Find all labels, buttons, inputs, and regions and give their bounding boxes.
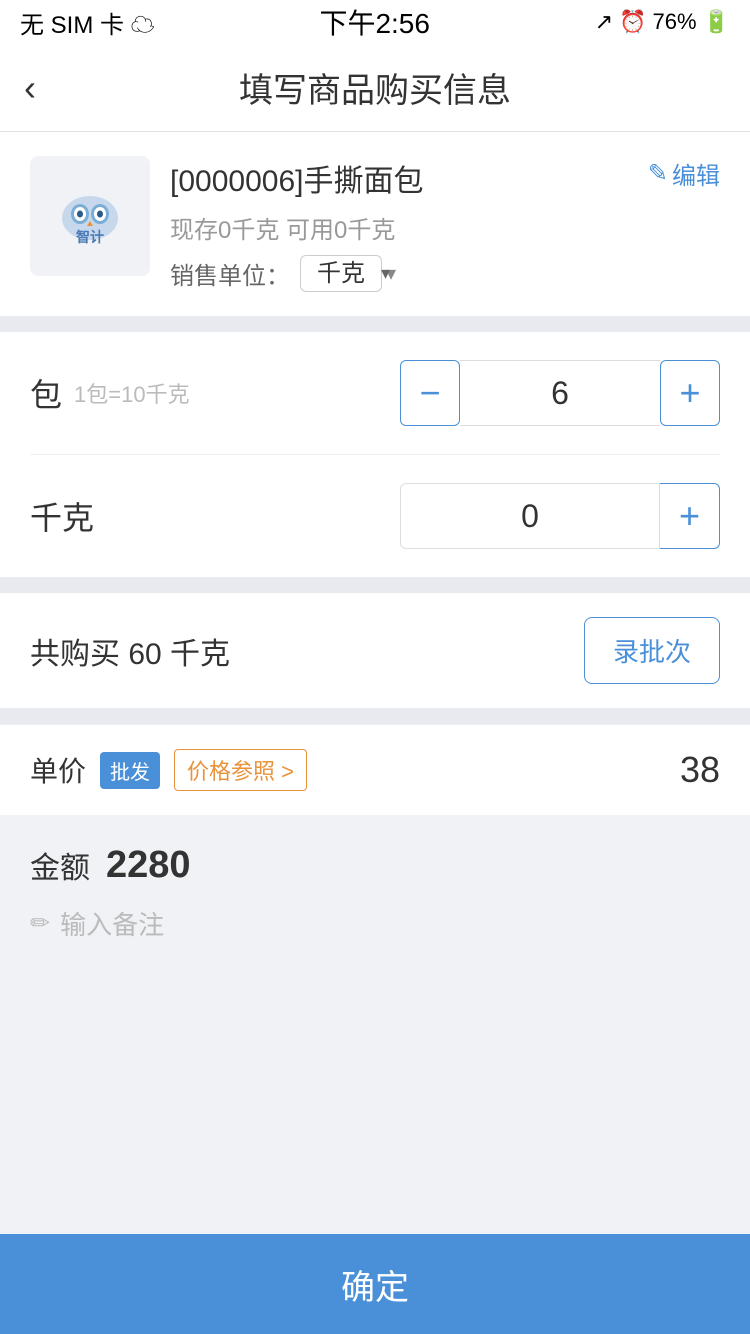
- unit-label: 销售单位：: [170, 256, 290, 291]
- amount-label: 金额: [30, 843, 90, 887]
- alarm-icon: ⏰: [619, 9, 646, 35]
- back-button[interactable]: ‹: [24, 67, 36, 109]
- batch-button[interactable]: 录批次: [584, 617, 720, 684]
- status-right: ↗ ⏰ 76% 🔋: [595, 9, 730, 35]
- note-icon: ✏: [30, 909, 50, 938]
- amount-value: 2280: [106, 844, 191, 887]
- kg-label: 千克: [30, 493, 94, 539]
- nav-bar: ‹ 填写商品购买信息: [0, 44, 750, 132]
- status-bar: 无 SIM 卡 ☁ 下午2:56 ↗ ⏰ 76% 🔋: [0, 0, 750, 44]
- note-row[interactable]: ✏ 输入备注: [30, 905, 720, 942]
- battery-icon: 🔋: [703, 9, 730, 35]
- note-placeholder: 输入备注: [60, 905, 164, 942]
- bag-row: 包 1包=10千克 − +: [30, 332, 720, 455]
- summary-section: 共购买 60 千克 录批次: [0, 593, 750, 708]
- status-left: 无 SIM 卡 ☁: [20, 5, 155, 40]
- bag-plus-button[interactable]: +: [660, 360, 720, 426]
- amount-section: 金额 2280 ✏ 输入备注: [0, 815, 750, 962]
- dropdown-arrow: ▾: [386, 261, 396, 286]
- kg-plus-button[interactable]: +: [660, 483, 720, 549]
- status-time: 下午2:56: [319, 2, 430, 42]
- edit-icon: ✎: [648, 159, 668, 188]
- section-divider-2: [0, 577, 750, 593]
- product-stock: 现存0千克 可用0千克: [170, 210, 720, 245]
- location-icon: ↗: [595, 9, 613, 35]
- bag-hint: 1包=10千克: [74, 377, 190, 409]
- product-name: [0000006]手撕面包: [170, 156, 423, 200]
- bag-minus-button[interactable]: −: [400, 360, 460, 426]
- unit-select[interactable]: 千克: [300, 255, 382, 292]
- bag-label: 包 1包=10千克: [30, 370, 190, 416]
- page-title: 填写商品购买信息: [239, 63, 511, 112]
- reference-tag[interactable]: 价格参照 >: [174, 749, 307, 791]
- confirm-text: 确定: [341, 1260, 409, 1309]
- edit-button[interactable]: ✎ 编辑: [648, 156, 720, 191]
- edit-label: 编辑: [672, 156, 720, 191]
- product-card: 智计 [0000006]手撕面包 ✎ 编辑 现存0千克 可用0千克 销售单位： …: [0, 132, 750, 316]
- svg-text:智计: 智计: [75, 229, 104, 245]
- unit-select-wrapper[interactable]: 千克 ▾: [300, 255, 396, 292]
- product-header: [0000006]手撕面包 ✎ 编辑: [170, 156, 720, 210]
- battery-label: 76%: [653, 9, 697, 35]
- input-section: 包 1包=10千克 − + 千克 +: [0, 332, 750, 577]
- amount-row: 金额 2280: [30, 843, 720, 887]
- bag-quantity-input[interactable]: [460, 360, 660, 426]
- product-unit: 销售单位： 千克 ▾: [170, 255, 720, 292]
- product-thumbnail: 智计: [30, 156, 150, 276]
- owl-logo: 智计: [55, 186, 125, 246]
- sim-label: 无 SIM 卡 ☁: [20, 5, 155, 40]
- section-divider-1: [0, 316, 750, 332]
- section-divider-3: [0, 708, 750, 724]
- product-info: [0000006]手撕面包 ✎ 编辑 现存0千克 可用0千克 销售单位： 千克 …: [170, 156, 720, 292]
- kg-quantity-input[interactable]: [400, 483, 660, 549]
- summary-text: 共购买 60 千克: [30, 629, 230, 673]
- kg-row: 千克 +: [30, 455, 720, 577]
- main-content: 智计 [0000006]手撕面包 ✎ 编辑 现存0千克 可用0千克 销售单位： …: [0, 132, 750, 1334]
- kg-label-text: 千克: [30, 493, 94, 539]
- pifa-tag: 批发: [100, 752, 160, 789]
- price-section: 单价 批发 价格参照 > 38: [0, 724, 750, 815]
- price-label: 单价: [30, 750, 86, 790]
- bag-controls: − +: [400, 360, 720, 426]
- kg-controls: +: [400, 483, 720, 549]
- bag-label-text: 包: [30, 370, 62, 416]
- price-value: 38: [680, 749, 720, 791]
- confirm-bar[interactable]: 确定: [0, 1234, 750, 1334]
